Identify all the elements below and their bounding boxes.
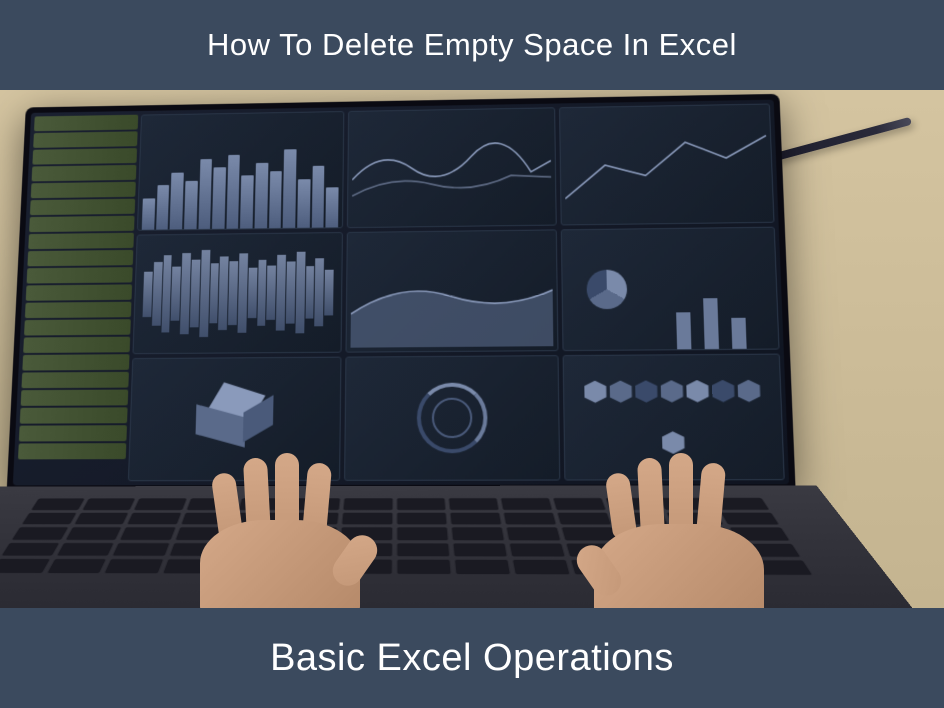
area-chart-panel bbox=[345, 229, 558, 352]
laptop-screen-frame bbox=[7, 94, 796, 492]
line-chart-panel bbox=[347, 107, 557, 228]
bottom-banner: Basic Excel Operations bbox=[0, 608, 944, 708]
sidebar-item bbox=[30, 199, 135, 216]
sidebar-item bbox=[25, 302, 132, 318]
top-banner-title: How To Delete Empty Space In Excel bbox=[207, 27, 737, 63]
sidebar-item bbox=[32, 148, 137, 165]
bar-chart-panel bbox=[137, 111, 344, 231]
dashboard-grid bbox=[128, 104, 785, 482]
hand-left bbox=[200, 448, 360, 608]
top-banner: How To Delete Empty Space In Excel bbox=[0, 0, 944, 90]
sidebar-item bbox=[22, 354, 129, 370]
sidebar-item bbox=[33, 131, 137, 148]
sidebar-item bbox=[20, 407, 128, 423]
sidebar-item bbox=[28, 233, 134, 249]
sidebar-item bbox=[21, 390, 129, 406]
sidebar-item bbox=[26, 284, 132, 300]
stats-panel bbox=[559, 104, 775, 226]
sidebar-item bbox=[19, 425, 127, 441]
laptop-screen bbox=[13, 100, 789, 486]
bottom-banner-title: Basic Excel Operations bbox=[270, 637, 674, 680]
spectrum-panel bbox=[132, 232, 342, 354]
sidebar-item bbox=[27, 267, 133, 283]
gauge-panel bbox=[344, 355, 560, 481]
sidebar-item bbox=[27, 250, 133, 266]
hero-image bbox=[0, 90, 944, 608]
sidebar-item bbox=[23, 337, 130, 353]
sidebar-item bbox=[21, 372, 128, 388]
sidebar-item bbox=[34, 115, 138, 132]
sidebar-item bbox=[18, 443, 126, 459]
sidebar-item bbox=[32, 165, 137, 182]
sidebar-item bbox=[24, 319, 131, 335]
pie-chart-panel bbox=[561, 227, 780, 351]
dashboard-sidebar bbox=[17, 115, 138, 482]
hand-right bbox=[594, 448, 764, 608]
laptop-keyboard-base bbox=[0, 485, 921, 608]
sidebar-item bbox=[29, 216, 134, 232]
sidebar-item bbox=[31, 182, 136, 199]
